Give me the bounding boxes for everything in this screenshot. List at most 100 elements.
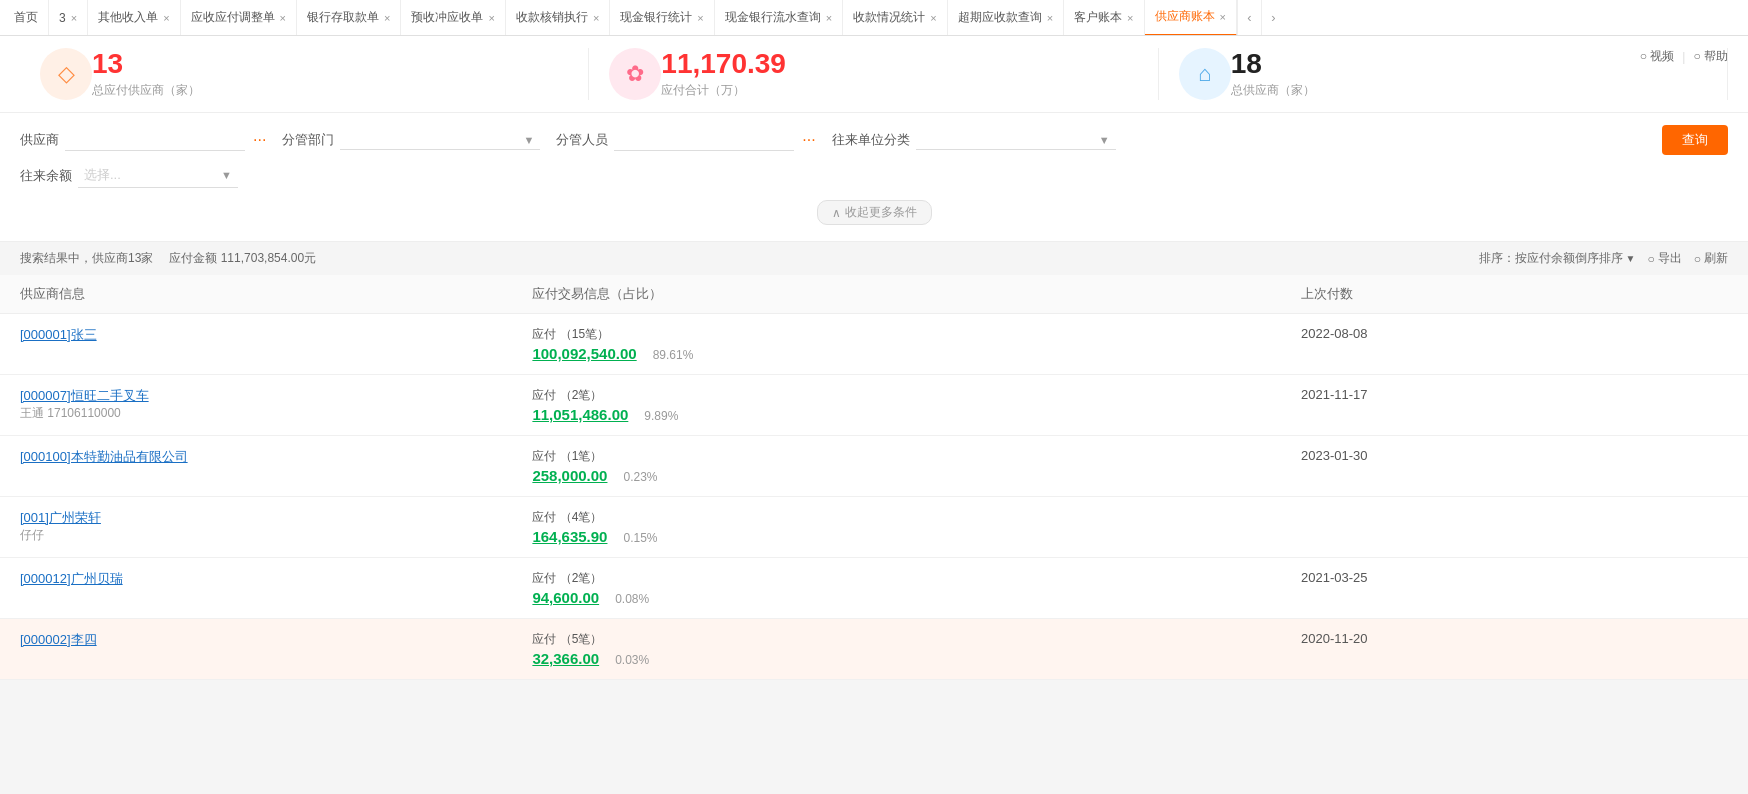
supplier-filter-label: 供应商 [20, 131, 59, 149]
trans-amount-1[interactable]: 11,051,486.00 [532, 406, 628, 423]
trans-payable-label-5: 应付 （5笔） [532, 631, 1301, 648]
supplier-link-1[interactable]: [000007]恒旺二手叉车 [20, 387, 532, 405]
nav-tab-bank-deposit[interactable]: 银行存取款单 × [297, 0, 401, 36]
trans-payable-label-0: 应付 （15笔） [532, 326, 1301, 343]
nav-tab-customer-account[interactable]: 客户账本 × [1064, 0, 1144, 36]
collapse-label: 收起更多条件 [845, 204, 917, 221]
payable-label-3: 应付 [532, 510, 556, 524]
nav-tab-cash-bank-stat-label: 现金银行统计 [620, 9, 692, 26]
help-icon: ○ [1693, 49, 1700, 63]
close-icon[interactable]: × [697, 12, 703, 24]
nav-tab-supplier-account[interactable]: 供应商账本 × [1145, 0, 1237, 36]
chevron-down-icon-3: ▼ [221, 169, 232, 181]
trans-payable-label-4: 应付 （2笔） [532, 570, 1301, 587]
close-icon[interactable]: × [384, 12, 390, 24]
table-row: [000001]张三 应付 （15笔） 100,092,540.00 89.61… [0, 314, 1748, 375]
total-ap-amount-label: 应付合计（万） [661, 82, 786, 99]
supplier-sub-1: 王通 17106110000 [20, 406, 121, 420]
trans-amount-0[interactable]: 100,092,540.00 [532, 345, 636, 362]
export-button[interactable]: ○ 导出 [1648, 250, 1682, 267]
summary-card-suppliers: ◇ 13 总应付供应商（家） [20, 48, 589, 100]
supplier-input[interactable] [65, 129, 245, 151]
close-icon[interactable]: × [280, 12, 286, 24]
nav-tab-receipt-verify[interactable]: 收款核销执行 × [506, 0, 610, 36]
close-icon[interactable]: × [1047, 12, 1053, 24]
trans-percent-0: 89.61% [653, 348, 694, 362]
trans-amount-5[interactable]: 32,366.00 [532, 650, 599, 667]
close-icon[interactable]: × [163, 12, 169, 24]
lastpay-2: 2023-01-30 [1301, 448, 1728, 463]
nav-tab-cash-bank-flow[interactable]: 现金银行流水查询 × [715, 0, 843, 36]
nav-tab-overdue[interactable]: 超期应收款查询 × [948, 0, 1064, 36]
refresh-button[interactable]: ○ 刷新 [1694, 250, 1728, 267]
dept-select[interactable]: ▼ [340, 131, 540, 150]
nav-tab-3[interactable]: 3 × [49, 0, 88, 36]
category-filter-label: 往来单位分类 [832, 131, 910, 149]
filter-row-1: 供应商 ··· 分管部门 ▼ 分管人员 ··· 往来单位分类 ▼ 查询 [20, 125, 1728, 155]
person-input[interactable] [614, 129, 794, 151]
person-dots-icon[interactable]: ··· [802, 131, 815, 149]
results-amount-text: 应付金额 111,703,854.00元 [169, 250, 316, 267]
transaction-info-4: 应付 （2笔） 94,600.00 0.08% [532, 570, 1301, 606]
query-button[interactable]: 查询 [1662, 125, 1728, 155]
close-icon[interactable]: × [1127, 12, 1133, 24]
dept-filter-label: 分管部门 [282, 131, 334, 149]
supplier-link-2[interactable]: [000100]本特勤油品有限公司 [20, 448, 532, 466]
nav-tab-prepay[interactable]: 预收冲应收单 × [401, 0, 505, 36]
trans-percent-4: 0.08% [615, 592, 649, 606]
trans-amount-3[interactable]: 164,635.90 [532, 528, 607, 545]
close-icon[interactable]: × [488, 12, 494, 24]
transaction-info-0: 应付 （15笔） 100,092,540.00 89.61% [532, 326, 1301, 362]
payable-count-3: （4笔） [560, 510, 603, 524]
balance-select[interactable]: 选择... ▼ [78, 163, 238, 188]
nav-tab-home[interactable]: 首页 [4, 0, 49, 36]
header-supplier: 供应商信息 [20, 285, 532, 303]
table-row: [001]广州荣轩 仔仔 应付 （4笔） 164,635.90 0.15% [0, 497, 1748, 558]
separator: | [1682, 50, 1685, 64]
results-info: 搜索结果中，供应商13家 应付金额 111,703,854.00元 [20, 250, 316, 267]
supplier-link-4[interactable]: [000012]广州贝瑞 [20, 570, 532, 588]
supplier-link-5[interactable]: [000002]李四 [20, 631, 532, 649]
trans-amount-2[interactable]: 258,000.00 [532, 467, 607, 484]
video-label: 视频 [1650, 49, 1674, 63]
table-row: [000012]广州贝瑞 应付 （2笔） 94,600.00 0.08% 202… [0, 558, 1748, 619]
supplier-link-3[interactable]: [001]广州荣轩 [20, 509, 532, 527]
payable-label-5: 应付 [532, 632, 556, 646]
nav-prev-arrow[interactable]: ‹ [1237, 0, 1261, 36]
nav-tab-receipt-stat[interactable]: 收款情况统计 × [843, 0, 947, 36]
table-row: [000002]李四 应付 （5笔） 32,366.00 0.03% 2020-… [0, 619, 1748, 680]
supplier-dots-icon[interactable]: ··· [253, 131, 266, 149]
category-select[interactable]: ▼ [916, 131, 1116, 150]
nav-tab-other-income[interactable]: 其他收入单 × [88, 0, 180, 36]
close-icon[interactable]: × [71, 12, 77, 24]
transaction-info-1: 应付 （2笔） 11,051,486.00 9.89% [532, 387, 1301, 423]
nav-tab-cash-bank-stat[interactable]: 现金银行统计 × [610, 0, 714, 36]
results-summary-text: 搜索结果中，供应商13家 [20, 250, 153, 267]
nav-tab-receipt-stat-label: 收款情况统计 [853, 9, 925, 26]
close-icon[interactable]: × [593, 12, 599, 24]
sort-select[interactable]: 排序：按应付余额倒序排序 ▼ [1479, 250, 1636, 267]
nav-tab-other-income-label: 其他收入单 [98, 9, 158, 26]
close-icon[interactable]: × [930, 12, 936, 24]
nav-tab-ap-adjust[interactable]: 应收应付调整单 × [181, 0, 297, 36]
trans-payable-label-3: 应付 （4笔） [532, 509, 1301, 526]
nav-tab-bank-deposit-label: 银行存取款单 [307, 9, 379, 26]
results-bar: 搜索结果中，供应商13家 应付金额 111,703,854.00元 排序：按应付… [0, 242, 1748, 275]
payable-label-1: 应付 [532, 388, 556, 402]
trans-amount-4[interactable]: 94,600.00 [532, 589, 599, 606]
store-icon: ⌂ [1179, 48, 1231, 100]
filter-person: 分管人员 ··· [556, 129, 815, 151]
filter-balance: 往来余额 选择... ▼ [20, 163, 238, 188]
collapse-button[interactable]: ∧ 收起更多条件 [817, 200, 932, 225]
payable-count-5: （5笔） [560, 632, 603, 646]
supplier-link-0[interactable]: [000001]张三 [20, 326, 532, 344]
video-link[interactable]: ○ 视频 [1640, 48, 1675, 65]
data-table: 供应商信息 应付交易信息（占比） 上次付数 [000001]张三 应付 （15笔… [0, 275, 1748, 680]
help-link[interactable]: ○ 帮助 [1693, 48, 1728, 65]
lastpay-0: 2022-08-08 [1301, 326, 1728, 341]
nav-next-arrow[interactable]: › [1261, 0, 1285, 36]
close-icon[interactable]: × [826, 12, 832, 24]
nav-tab-prepay-label: 预收冲应收单 [411, 9, 483, 26]
close-icon[interactable]: × [1220, 11, 1226, 23]
payable-label-2: 应付 [532, 449, 556, 463]
